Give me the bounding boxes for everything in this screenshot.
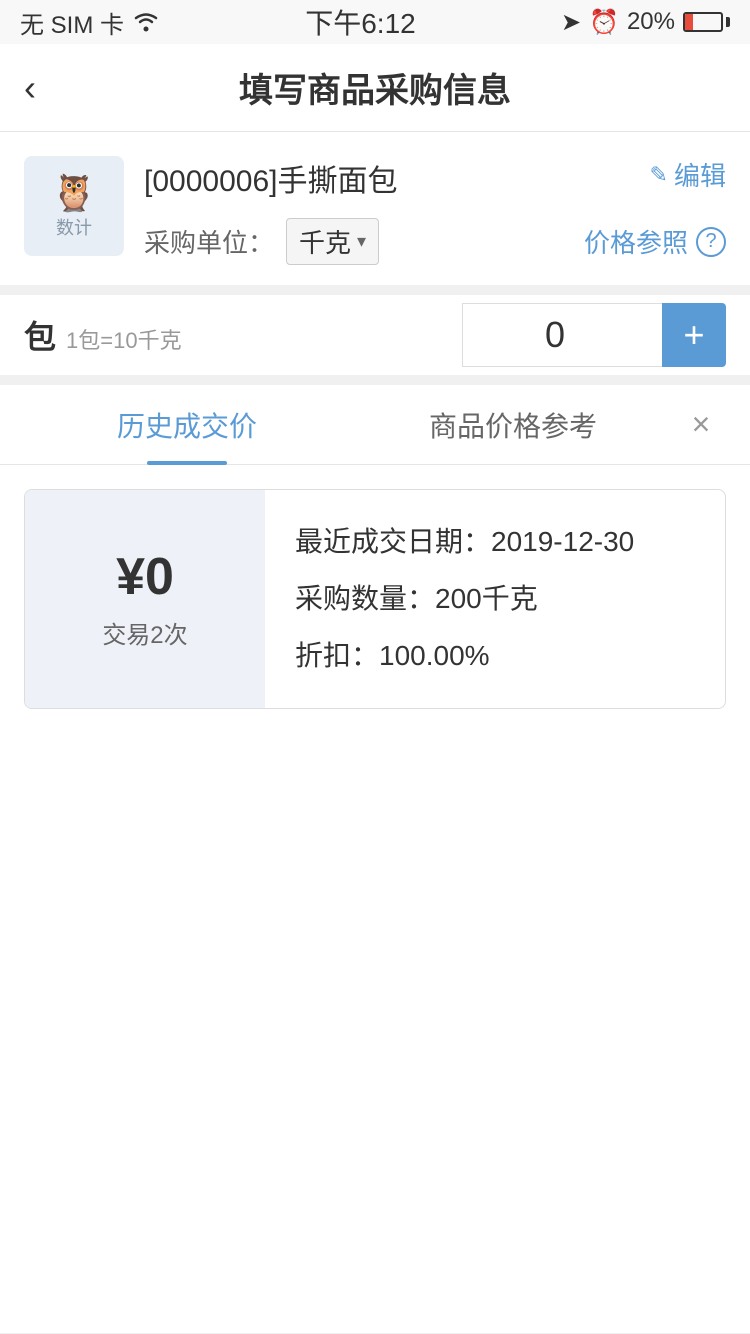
- no-sim-text: 无 SIM 卡: [20, 5, 124, 40]
- status-left: 无 SIM 卡: [20, 5, 160, 40]
- product-card: 🦉 数计 [0000006]手撕面包 ✎ 编辑 采购单位： 千克 ▾ 价格参照 …: [0, 132, 750, 285]
- back-button[interactable]: ‹: [24, 67, 36, 109]
- discount-row: 折扣：100.00%: [295, 636, 695, 675]
- tab-price-ref-label: 商品价格参考: [429, 405, 597, 445]
- tab-indicator: [147, 461, 227, 465]
- quantity-input[interactable]: [462, 303, 662, 367]
- content-area: [0, 733, 750, 1333]
- product-info: [0000006]手撕面包 ✎ 编辑 采购单位： 千克 ▾ 价格参照 ?: [144, 156, 726, 265]
- location-icon: ➤: [561, 8, 581, 37]
- price-reference-button[interactable]: 价格参照 ?: [584, 223, 726, 260]
- panel-close-button[interactable]: ×: [676, 400, 726, 450]
- unit-left: 采购单位： 千克 ▾: [144, 218, 379, 265]
- tab-historical-label: 历史成交价: [117, 405, 257, 445]
- purchase-qty-value: 200千克: [435, 583, 538, 614]
- page-title: 填写商品采购信息: [239, 63, 511, 112]
- status-right: ➤ ⏰ 20%: [561, 8, 730, 37]
- edit-button[interactable]: ✎ 编辑: [650, 156, 726, 193]
- price-ref-label: 价格参照: [584, 223, 688, 260]
- quantity-unit-label: 包 1包=10千克: [24, 312, 462, 358]
- purchase-qty-row: 采购数量：200千克: [295, 579, 695, 618]
- battery-icon: [683, 12, 730, 32]
- unit-value: 千克: [299, 223, 351, 260]
- product-unit-row: 采购单位： 千克 ▾ 价格参照 ?: [144, 218, 726, 265]
- tab-product-price-ref[interactable]: 商品价格参考: [350, 385, 676, 465]
- purchase-qty-label: 采购数量：: [295, 583, 435, 614]
- product-thumbnail: 🦉 数计: [24, 156, 124, 256]
- recent-date-label: 最近成交日期：: [295, 526, 491, 557]
- alarm-icon: ⏰: [589, 8, 619, 37]
- product-header: [0000006]手撕面包 ✎ 编辑: [144, 156, 726, 200]
- status-time: 下午6:12: [305, 2, 416, 42]
- tab-historical-price[interactable]: 历史成交价: [24, 385, 350, 465]
- wifi-icon: [132, 12, 160, 32]
- price-panel: 历史成交价 商品价格参考 × ¥0 交易2次 最近成交日期：2019-12-30…: [0, 385, 750, 733]
- discount-value: 100.00%: [379, 640, 490, 671]
- status-bar: 无 SIM 卡 下午6:12 ➤ ⏰ 20%: [0, 0, 750, 44]
- quantity-input-group: +: [462, 303, 726, 367]
- nav-bar: ‹ 填写商品采购信息: [0, 44, 750, 132]
- product-name: [0000006]手撕面包: [144, 156, 397, 200]
- product-image-icon: 🦉: [52, 172, 97, 214]
- price-card-area: ¥0 交易2次 最近成交日期：2019-12-30 采购数量：200千克 折扣：…: [0, 465, 750, 733]
- unit-label: 采购单位：: [144, 223, 274, 260]
- question-icon: ?: [696, 227, 726, 257]
- recent-date-row: 最近成交日期：2019-12-30: [295, 522, 695, 561]
- tab-bar: 历史成交价 商品价格参考 ×: [0, 385, 750, 465]
- edit-label: 编辑: [674, 156, 726, 193]
- qty-unit-desc: 1包=10千克: [66, 323, 182, 355]
- battery-percent: 20%: [627, 8, 675, 36]
- price-card: ¥0 交易2次 最近成交日期：2019-12-30 采购数量：200千克 折扣：…: [24, 489, 726, 709]
- price-transactions: 交易2次: [102, 615, 187, 650]
- discount-label: 折扣：: [295, 640, 379, 671]
- quantity-plus-button[interactable]: +: [662, 303, 726, 367]
- edit-icon: ✎: [650, 162, 668, 188]
- price-details-right: 最近成交日期：2019-12-30 采购数量：200千克 折扣：100.00%: [265, 490, 725, 708]
- unit-select-dropdown[interactable]: 千克 ▾: [286, 218, 379, 265]
- quantity-row: 包 1包=10千克 +: [0, 295, 750, 375]
- price-summary-left: ¥0 交易2次: [25, 490, 265, 708]
- recent-date-value: 2019-12-30: [491, 526, 634, 557]
- product-thumb-label: 数计: [56, 214, 92, 240]
- chevron-down-icon: ▾: [357, 231, 366, 252]
- qty-unit-big: 包: [24, 312, 56, 358]
- price-amount: ¥0: [116, 547, 174, 607]
